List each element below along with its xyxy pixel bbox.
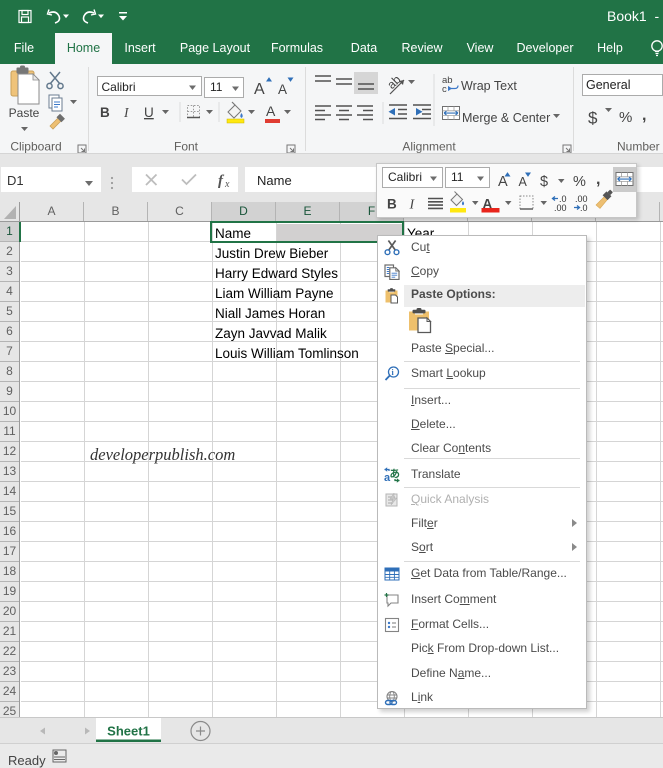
svg-text:Clipboard: Clipboard: [10, 140, 61, 154]
svg-text:B: B: [387, 197, 397, 212]
svg-text:x: x: [224, 179, 230, 190]
svg-text:Wrap Text: Wrap Text: [461, 79, 517, 93]
svg-text:あ: あ: [390, 467, 401, 480]
svg-text:A: A: [254, 81, 265, 98]
svg-text:Font: Font: [174, 140, 199, 154]
svg-text:.0: .0: [580, 203, 588, 213]
svg-text:f: f: [218, 173, 225, 189]
svg-text:I: I: [123, 105, 130, 120]
svg-text:$: $: [540, 174, 548, 190]
svg-text:%: %: [619, 109, 632, 126]
svg-text:Number: Number: [617, 140, 660, 154]
svg-text:Paste: Paste: [9, 106, 40, 120]
svg-text:.00: .00: [554, 203, 567, 213]
svg-text:B: B: [100, 105, 110, 120]
svg-text:,: ,: [642, 107, 646, 124]
svg-text:$: $: [588, 109, 598, 128]
svg-text:U: U: [144, 105, 154, 120]
svg-text:A: A: [519, 175, 528, 189]
svg-text:%: %: [573, 174, 586, 190]
svg-text:A: A: [266, 103, 276, 119]
svg-text:i: i: [392, 368, 395, 377]
svg-text:Merge & Center: Merge & Center: [462, 111, 550, 125]
svg-text:,: ,: [596, 171, 600, 188]
svg-text:Sheet1: Sheet1: [107, 724, 150, 739]
svg-text:Alignment: Alignment: [402, 140, 456, 154]
svg-text:I: I: [409, 198, 416, 213]
svg-text:c: c: [442, 84, 447, 95]
svg-text:A: A: [278, 82, 287, 97]
